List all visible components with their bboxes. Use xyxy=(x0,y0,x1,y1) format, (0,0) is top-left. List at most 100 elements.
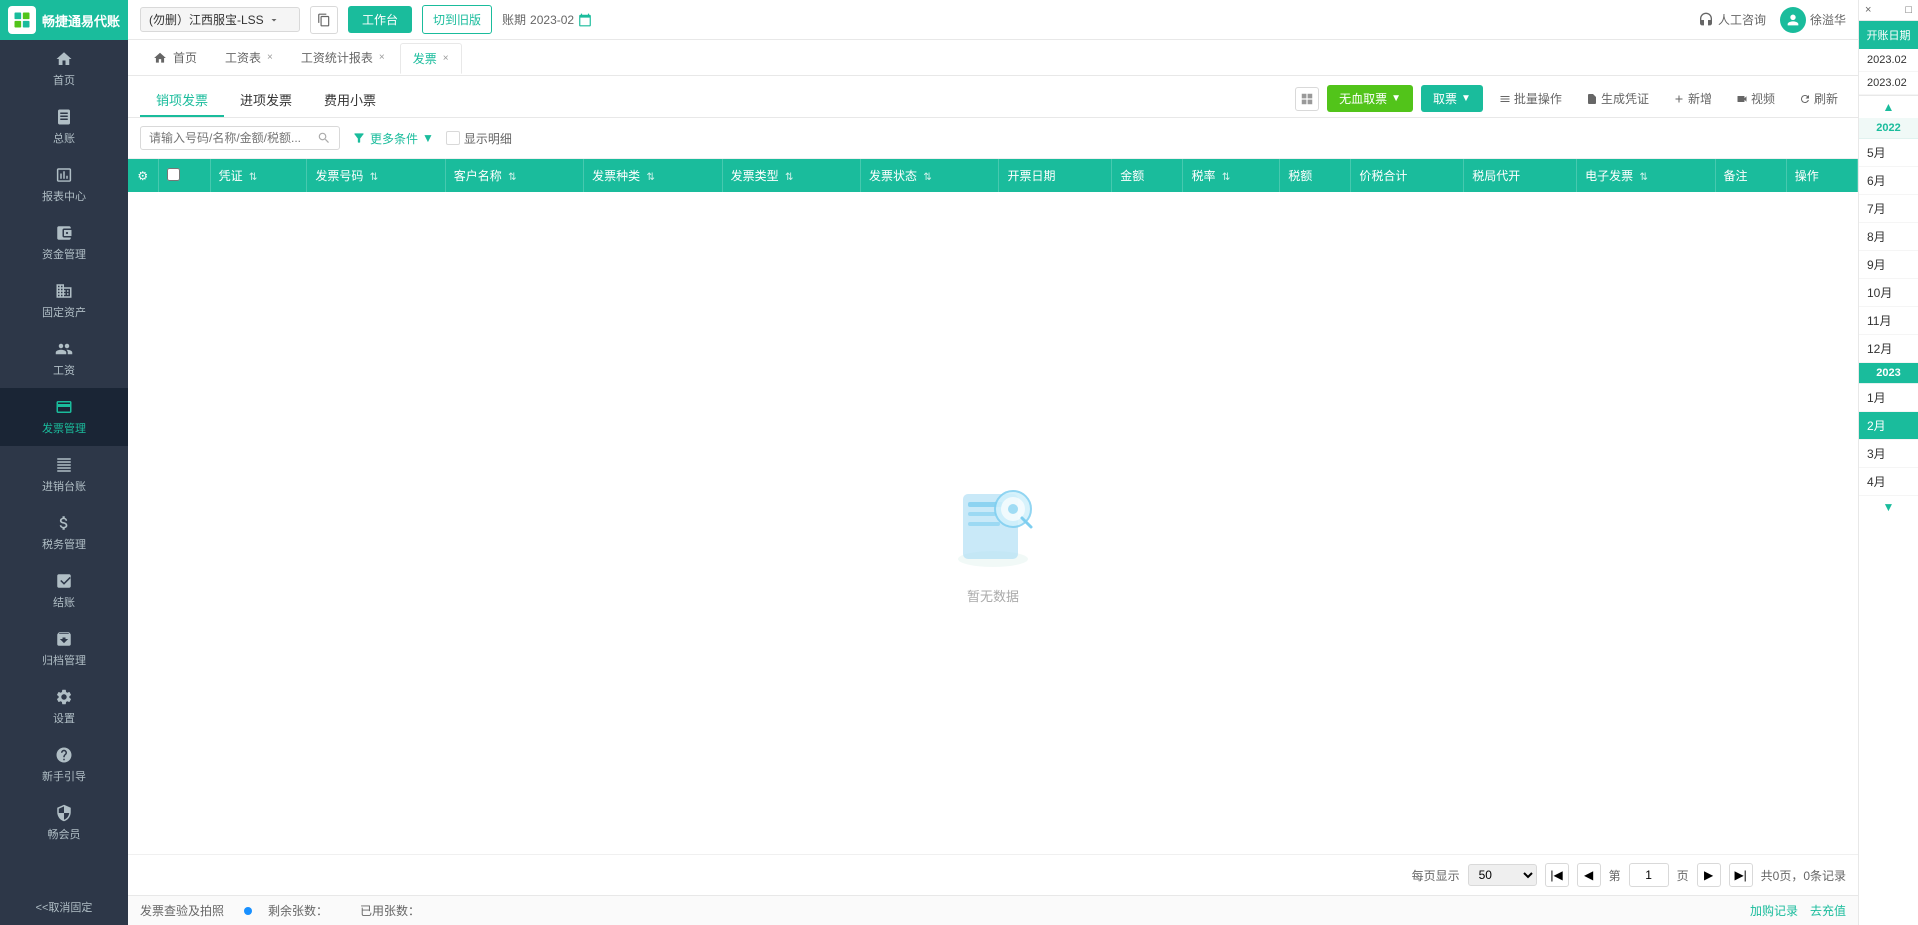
copy-button[interactable] xyxy=(310,6,338,34)
gear-icon xyxy=(55,688,73,706)
used-label: 已用张数： xyxy=(360,902,420,919)
tab-invoice[interactable]: 发票 × xyxy=(400,43,462,74)
month-2022-7[interactable]: 7月 xyxy=(1859,195,1918,223)
refresh-btn[interactable]: 刷新 xyxy=(1791,85,1846,112)
sidebar-item-salary[interactable]: 工资 xyxy=(0,330,128,388)
calendar-up-arrow[interactable]: ▲ xyxy=(1859,96,1918,118)
tab-invoice-close[interactable]: × xyxy=(443,53,449,64)
sidebar-label-salary: 工资 xyxy=(53,362,75,378)
select-all-checkbox[interactable] xyxy=(167,168,180,181)
tab-salary-stats-close[interactable]: × xyxy=(379,52,385,63)
sort-tax-rate-icon[interactable]: ⇅ xyxy=(1222,172,1230,183)
page-suffix: 页 xyxy=(1677,867,1689,884)
sidebar-label-reports: 报表中心 xyxy=(42,188,86,204)
tab-salary[interactable]: 工资表 × xyxy=(212,42,286,73)
search-input[interactable] xyxy=(149,131,311,145)
col-tax: 税额 xyxy=(1280,159,1351,192)
calendar-maximize-icon[interactable]: □ xyxy=(1905,4,1912,16)
sidebar-item-fixed[interactable]: 固定资产 xyxy=(0,272,128,330)
user-item[interactable]: 徐溢华 xyxy=(1780,7,1846,33)
sort-invoice-no-icon[interactable]: ⇅ xyxy=(370,172,378,183)
tax-icon xyxy=(55,514,73,532)
open-period-btn[interactable]: 开账日期 xyxy=(1859,21,1918,49)
month-2023-4[interactable]: 4月 xyxy=(1859,468,1918,496)
col-settings[interactable]: ⚙ xyxy=(128,159,158,192)
company-selector[interactable]: (勿删）江西服宝-LSS xyxy=(140,7,300,32)
more-conditions-btn[interactable]: 更多条件 ▼ xyxy=(352,130,434,147)
no-voucher-btn[interactable]: 无血取票 ▼ xyxy=(1327,85,1413,112)
go-purchase-link[interactable]: 去充值 xyxy=(1810,902,1846,919)
tab-salary-stats[interactable]: 工资统计报表 × xyxy=(288,42,398,73)
last-page-btn[interactable]: ▶| xyxy=(1729,863,1753,887)
top-date-items: 2023.02 2023.02 xyxy=(1859,49,1918,96)
sort-customer-icon[interactable]: ⇅ xyxy=(508,172,516,183)
app-title: 畅捷通易代账 xyxy=(42,11,120,30)
sidebar-item-sales[interactable]: 进销台账 xyxy=(0,446,128,504)
first-page-btn[interactable]: |◀ xyxy=(1545,863,1569,887)
top-date-item-1[interactable]: 2023.02 xyxy=(1859,49,1918,72)
sidebar-item-funds[interactable]: 资金管理 xyxy=(0,214,128,272)
sub-tab-expense[interactable]: 费用小票 xyxy=(308,84,392,117)
sidebar-item-archive[interactable]: 归档管理 xyxy=(0,620,128,678)
search-icon xyxy=(317,131,331,145)
sidebar-item-ledger[interactable]: 总账 xyxy=(0,98,128,156)
col-invoice-no: 发票号码 ⇅ xyxy=(307,159,445,192)
month-2022-12[interactable]: 12月 xyxy=(1859,335,1918,363)
workspace-button[interactable]: 工作台 xyxy=(348,6,412,33)
sidebar-collapse-label: <<取消固定 xyxy=(36,899,93,915)
month-2023-1[interactable]: 1月 xyxy=(1859,384,1918,412)
col-tax-total: 价税合计 xyxy=(1351,159,1464,192)
per-page-select[interactable]: 50 10 20 100 xyxy=(1468,864,1537,886)
sort-e-invoice-icon[interactable]: ⇅ xyxy=(1639,172,1647,183)
next-page-btn[interactable]: ▶ xyxy=(1697,863,1721,887)
sidebar-item-closing[interactable]: 结账 xyxy=(0,562,128,620)
generate-voucher-btn[interactable]: 生成凭证 xyxy=(1578,85,1657,112)
sort-voucher-icon[interactable]: ⇅ xyxy=(249,172,257,183)
sidebar-item-tax[interactable]: 税务管理 xyxy=(0,504,128,562)
voucher-btn[interactable]: 取票 ▼ xyxy=(1421,85,1483,112)
sort-invoice-cat-icon[interactable]: ⇅ xyxy=(785,172,793,183)
sidebar-item-guide[interactable]: 新手引导 xyxy=(0,736,128,794)
support-item[interactable]: 人工咨询 xyxy=(1698,11,1766,28)
month-2023-3[interactable]: 3月 xyxy=(1859,440,1918,468)
show-detail-checkbox[interactable] xyxy=(446,131,460,145)
sort-invoice-type-icon[interactable]: ⇅ xyxy=(647,172,655,183)
home-icon xyxy=(55,50,73,68)
sidebar-collapse-btn[interactable]: <<取消固定 xyxy=(0,889,128,925)
building-icon xyxy=(55,282,73,300)
sub-tab-purchase[interactable]: 进项发票 xyxy=(224,84,308,117)
add-record-link[interactable]: 加购记录 xyxy=(1750,902,1798,919)
tab-salary-close[interactable]: × xyxy=(267,52,273,63)
batch-op-btn[interactable]: 批量操作 xyxy=(1491,85,1570,112)
sub-tab-sales[interactable]: 销项发票 xyxy=(140,84,224,117)
month-2022-9[interactable]: 9月 xyxy=(1859,251,1918,279)
tab-home[interactable]: 首页 xyxy=(140,42,210,73)
sidebar-item-settings[interactable]: 设置 xyxy=(0,678,128,736)
grid-view-button[interactable] xyxy=(1295,87,1319,111)
month-2022-11[interactable]: 11月 xyxy=(1859,307,1918,335)
tab-invoice-label: 发票 xyxy=(413,50,437,67)
video-btn[interactable]: 视频 xyxy=(1728,85,1783,112)
sort-status-icon[interactable]: ⇅ xyxy=(923,172,931,183)
calendar-down-arrow[interactable]: ▼ xyxy=(1859,496,1918,518)
col-checkbox[interactable] xyxy=(158,159,210,192)
col-action: 操作 xyxy=(1786,159,1857,192)
month-2022-10[interactable]: 10月 xyxy=(1859,279,1918,307)
sidebar-item-home[interactable]: 首页 xyxy=(0,40,128,98)
switch-version-button[interactable]: 切到旧版 xyxy=(422,5,492,34)
footer-bar: 发票查验及拍照 剩余张数： 已用张数： 加购记录 去充值 xyxy=(128,895,1858,925)
sidebar-item-invoice[interactable]: 发票管理 xyxy=(0,388,128,446)
year-2023-label: 2023 xyxy=(1859,363,1918,384)
prev-page-btn[interactable]: ◀ xyxy=(1577,863,1601,887)
page-input[interactable] xyxy=(1629,863,1669,887)
show-detail-label[interactable]: 显示明细 xyxy=(446,130,512,147)
sidebar-item-reports[interactable]: 报表中心 xyxy=(0,156,128,214)
show-detail-text: 显示明细 xyxy=(464,130,512,147)
month-2023-2[interactable]: 2月 xyxy=(1859,412,1918,440)
top-date-item-2[interactable]: 2023.02 xyxy=(1859,72,1918,95)
sidebar-item-member[interactable]: 畅会员 xyxy=(0,794,128,852)
month-2022-6[interactable]: 6月 xyxy=(1859,167,1918,195)
month-2022-8[interactable]: 8月 xyxy=(1859,223,1918,251)
add-btn[interactable]: 新增 xyxy=(1665,85,1720,112)
month-2022-5[interactable]: 5月 xyxy=(1859,139,1918,167)
